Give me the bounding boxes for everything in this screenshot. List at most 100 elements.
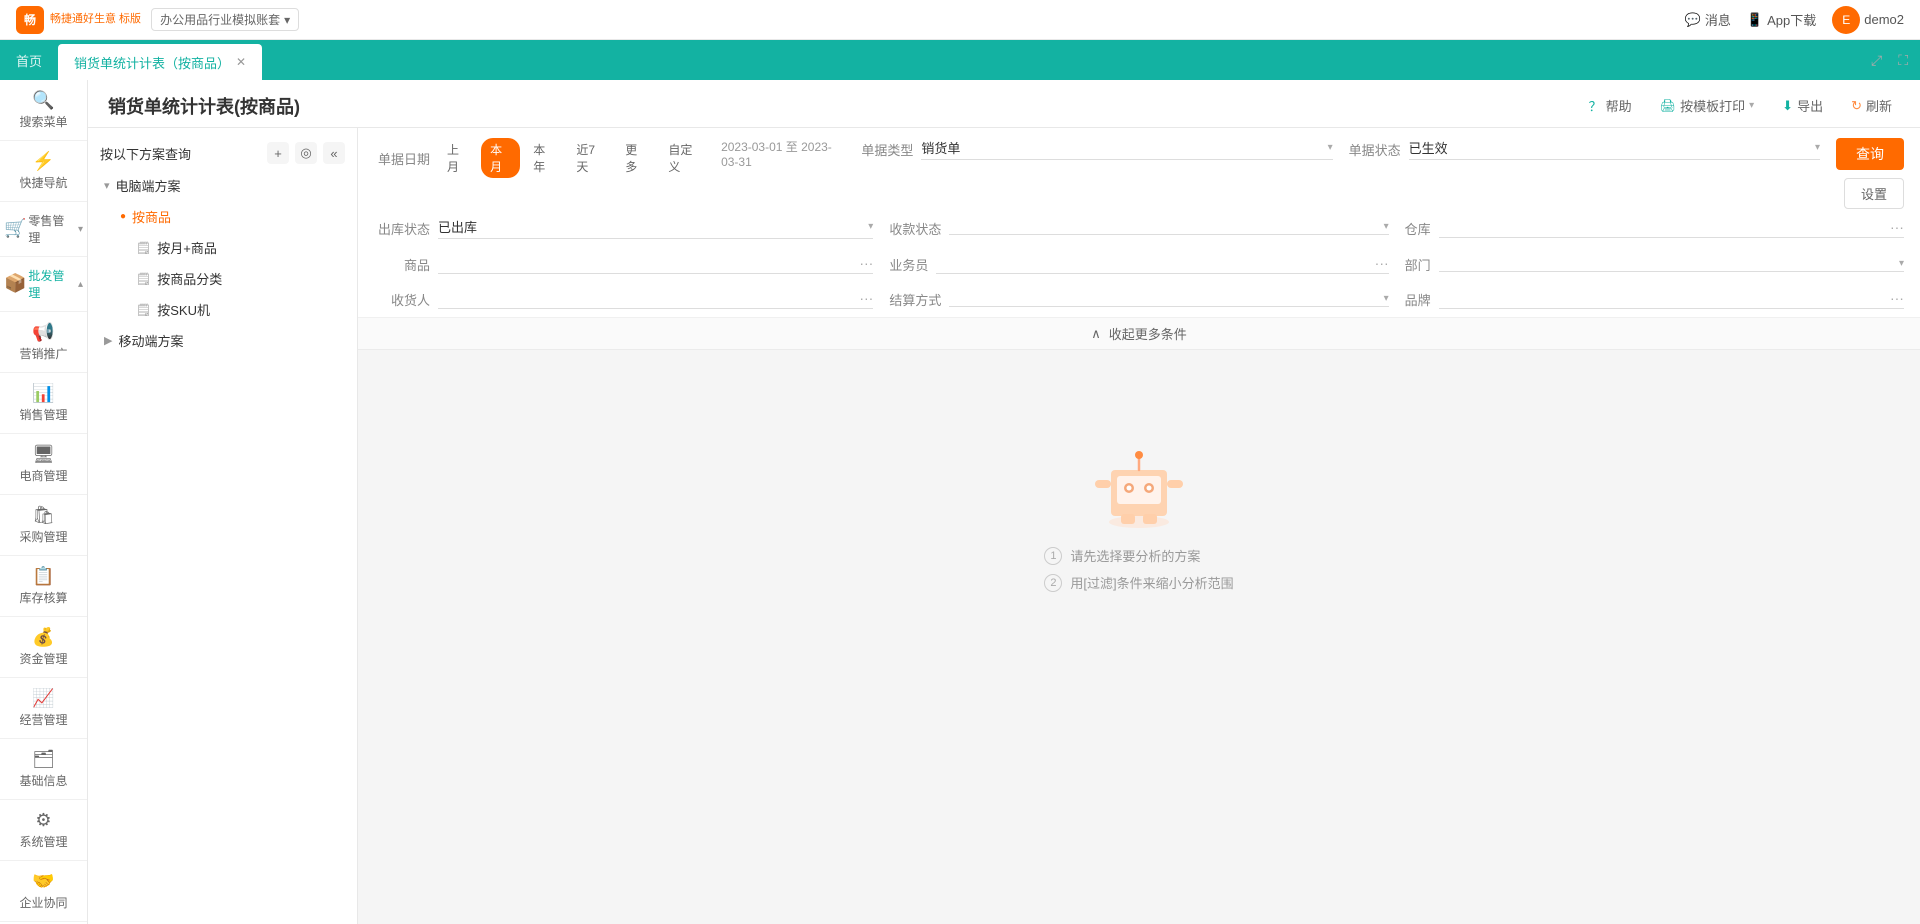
wholesale-arrow-icon: ▴	[78, 279, 83, 290]
query-button[interactable]: 查询	[1836, 138, 1904, 170]
tree-doc-icon: 🗒	[136, 241, 151, 255]
tab-close-icon[interactable]: ✕	[236, 55, 246, 69]
main-layout: 🔍 搜索菜单 ⚡ 快捷导航 🛒 零售管理 ▾ 📦 批发管理 ▴ 📢 营销推广 📊…	[0, 80, 1920, 924]
sidebar-item-finance[interactable]: 💰 资金管理	[0, 617, 87, 678]
receipt-status-label: 收款状态	[889, 219, 941, 238]
refresh-label: 刷新	[1866, 96, 1892, 115]
tab-home[interactable]: 首页	[0, 40, 58, 80]
tree-collapsed-icon: ▶	[104, 334, 112, 347]
warehouse-ellipsis-icon[interactable]: ···	[1890, 219, 1904, 235]
sidebar-item-operation[interactable]: 📈 经营管理	[0, 678, 87, 739]
topbar-left: 畅 畅捷通好生意 标版 办公用品行业模拟账套 ▾	[16, 6, 299, 34]
sidebar-item-system[interactable]: ⚙ 系统管理	[0, 800, 87, 861]
date-tab-this-month[interactable]: 本月	[481, 138, 520, 178]
salesperson-ellipsis-icon[interactable]: ···	[1375, 255, 1389, 271]
out-status-dropdown-icon[interactable]: ▾	[868, 221, 873, 232]
warehouse-label: 仓库	[1405, 219, 1431, 238]
export-label: 导出	[1797, 96, 1823, 115]
app-download-button[interactable]: 📱 App下载	[1747, 10, 1816, 29]
product-ellipsis-icon[interactable]: ···	[859, 255, 873, 271]
dept-dropdown-icon[interactable]: ▾	[1899, 258, 1904, 269]
edit-scheme-button[interactable]: ◎	[295, 142, 317, 164]
retail-icon: 🛒	[4, 218, 26, 239]
date-tab-more[interactable]: 更多	[616, 138, 655, 178]
sales-mgmt-icon: 📊	[32, 383, 54, 404]
workspace-selector[interactable]: 办公用品行业模拟账套 ▾	[151, 8, 299, 31]
tree-item-mobile[interactable]: ▶ 移动端方案	[88, 325, 357, 356]
help-label: 帮助	[1606, 96, 1632, 115]
sidebar-item-purchase[interactable]: 🛍 采购管理	[0, 495, 87, 556]
help-button[interactable]: ？ 帮助	[1581, 92, 1640, 119]
system-icon: ⚙	[35, 810, 51, 831]
marketing-icon: 📢	[32, 322, 54, 343]
export-button[interactable]: ⬇ 导出	[1774, 92, 1831, 119]
settlement-dropdown-icon[interactable]: ▾	[1384, 293, 1389, 304]
enterprise-icon: 🤝	[32, 871, 54, 892]
logo-area: 畅 畅捷通好生意 标版	[16, 6, 141, 34]
brand-label: 品牌	[1405, 290, 1431, 309]
sidebar-item-basic[interactable]: 🗂 基础信息	[0, 739, 87, 800]
quick-nav-icon: ⚡	[32, 151, 54, 172]
collapse-filters-button[interactable]: ∧ 收起更多条件	[358, 317, 1920, 349]
template-print-arrow-icon: ▾	[1749, 100, 1754, 111]
tab-sales-stat[interactable]: 销货单统计计表（按商品） ✕	[58, 44, 262, 80]
left-panel-icons: + ◎ «	[267, 142, 345, 164]
tree-item-by-sku[interactable]: 🗒 按SKU机	[88, 294, 357, 325]
operation-icon: 📈	[32, 688, 54, 709]
sidebar-item-quick-nav[interactable]: ⚡ 快捷导航	[0, 141, 87, 202]
tree-item-pc-label: 电脑端方案	[116, 176, 181, 195]
tab-home-label: 首页	[16, 51, 42, 70]
salesperson-label: 业务员	[889, 255, 928, 274]
refresh-button[interactable]: ↻ 刷新	[1843, 92, 1900, 119]
print-icon: 🖨	[1660, 98, 1677, 114]
sidebar-item-sales-mgmt-label: 销售管理	[19, 406, 67, 423]
date-tab-7days[interactable]: 近7天	[567, 138, 612, 178]
sidebar-item-search-label: 搜索菜单	[19, 113, 67, 130]
ecommerce-icon: 🖥	[32, 444, 55, 465]
sidebar-item-ecommerce[interactable]: 🖥 电商管理	[0, 434, 87, 495]
content-area: 销货单统计计表(按商品) ？ 帮助 🖨 按模板打印 ▾ ⬇ 导出 ↻ 刷新	[88, 80, 1920, 924]
consignee-label: 收货人	[374, 290, 430, 309]
sidebar-item-sales-mgmt[interactable]: 📊 销售管理	[0, 373, 87, 434]
sidebar-item-quick-nav-label: 快捷导航	[19, 174, 67, 191]
content-body: 按以下方案查询 + ◎ « ▾ 电脑端方案 ● 按商品	[88, 128, 1920, 924]
date-tab-custom[interactable]: 自定义	[659, 138, 709, 178]
sidebar-item-enterprise[interactable]: 🤝 企业协同	[0, 861, 87, 922]
template-print-button[interactable]: 🖨 按模板打印 ▾	[1652, 92, 1763, 119]
doc-status-value: 已生效	[1409, 138, 1815, 157]
tab-sales-stat-label: 销货单统计计表（按商品）	[74, 53, 230, 72]
tab-fullscreen-icon[interactable]: ⛶	[1898, 52, 1908, 69]
sidebar-item-system-label: 系统管理	[19, 833, 67, 850]
sidebar-item-wholesale[interactable]: 📦 批发管理 ▴	[0, 257, 87, 312]
sidebar-item-retail[interactable]: 🛒 零售管理 ▾	[0, 202, 87, 257]
empty-hint-2: 2 用[过滤]条件来缩小分析范围	[1044, 573, 1233, 592]
doc-type-dropdown-icon[interactable]: ▾	[1328, 142, 1333, 153]
tree-doc2-icon: 🗒	[136, 272, 151, 286]
sidebar-item-marketing[interactable]: 📢 营销推广	[0, 312, 87, 373]
consignee-ellipsis-icon[interactable]: ···	[859, 290, 873, 306]
date-tab-last-month[interactable]: 上月	[438, 138, 477, 178]
sidebar-item-inventory[interactable]: 📋 库存核算	[0, 556, 87, 617]
user-profile-button[interactable]: E demo2	[1832, 6, 1904, 34]
tab-maximize-icon[interactable]: ⤢	[1871, 52, 1882, 69]
settings-button[interactable]: 设置	[1844, 178, 1904, 209]
dept-label: 部门	[1405, 255, 1431, 274]
brand-ellipsis-icon[interactable]: ···	[1890, 290, 1904, 306]
sidebar-item-search[interactable]: 🔍 搜索菜单	[0, 80, 87, 141]
message-button[interactable]: 💬 消息	[1685, 10, 1731, 29]
hint-text-2: 用[过滤]条件来缩小分析范围	[1070, 573, 1233, 592]
date-label: 单据日期	[374, 149, 430, 168]
app-download-label: App下载	[1767, 10, 1816, 29]
receipt-status-dropdown-icon[interactable]: ▾	[1384, 221, 1389, 232]
collapse-panel-button[interactable]: «	[323, 142, 345, 164]
add-scheme-button[interactable]: +	[267, 142, 289, 164]
empty-hints: 1 请先选择要分析的方案 2 用[过滤]条件来缩小分析范围	[1044, 546, 1233, 592]
sidebar-item-marketing-label: 营销推广	[19, 345, 67, 362]
tree-item-product-category[interactable]: 🗒 按商品分类	[88, 263, 357, 294]
doc-status-dropdown-icon[interactable]: ▾	[1815, 142, 1820, 153]
product-label: 商品	[374, 255, 430, 274]
date-tab-this-year[interactable]: 本年	[524, 138, 563, 178]
tree-item-pc[interactable]: ▾ 电脑端方案	[88, 170, 357, 201]
tree-item-by-product[interactable]: ● 按商品	[88, 201, 357, 232]
tree-item-month-product[interactable]: 🗒 按月+商品	[88, 232, 357, 263]
